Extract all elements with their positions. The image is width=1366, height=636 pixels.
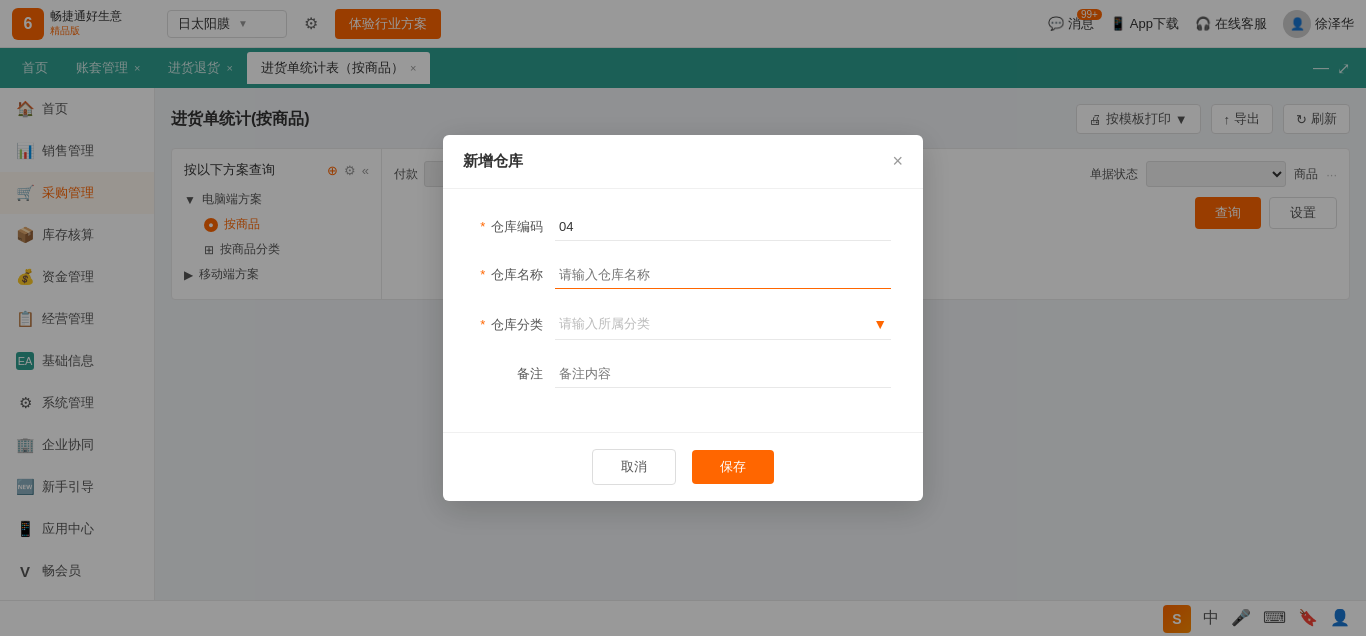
category-dropdown-icon: ▼ bbox=[873, 316, 887, 332]
warehouse-code-input[interactable] bbox=[555, 213, 891, 241]
form-label-remark: 备注 bbox=[475, 365, 555, 383]
modal-close-icon[interactable]: × bbox=[892, 151, 903, 172]
modal-title: 新增仓库 bbox=[463, 152, 523, 171]
modal-header: 新增仓库 × bbox=[443, 135, 923, 189]
save-button[interactable]: 保存 bbox=[692, 450, 774, 484]
add-warehouse-modal: 新增仓库 × * 仓库编码 * 仓库名称 bbox=[443, 135, 923, 501]
modal-overlay[interactable]: 新增仓库 × * 仓库编码 * 仓库名称 bbox=[0, 0, 1366, 636]
warehouse-remark-input[interactable] bbox=[555, 360, 891, 388]
cancel-button[interactable]: 取消 bbox=[592, 449, 676, 485]
modal-footer: 取消 保存 bbox=[443, 432, 923, 501]
form-row-remark: 备注 bbox=[475, 360, 891, 388]
warehouse-category-select[interactable]: 请输入所属分类 ▼ bbox=[555, 309, 891, 340]
form-row-name: * 仓库名称 bbox=[475, 261, 891, 289]
form-label-name: * 仓库名称 bbox=[475, 266, 555, 284]
form-label-category: * 仓库分类 bbox=[475, 316, 555, 334]
warehouse-name-input[interactable] bbox=[555, 261, 891, 289]
form-row-code: * 仓库编码 bbox=[475, 213, 891, 241]
form-label-code: * 仓库编码 bbox=[475, 218, 555, 236]
modal-body: * 仓库编码 * 仓库名称 * 仓库分类 请输入所属 bbox=[443, 189, 923, 432]
form-row-category: * 仓库分类 请输入所属分类 ▼ bbox=[475, 309, 891, 340]
